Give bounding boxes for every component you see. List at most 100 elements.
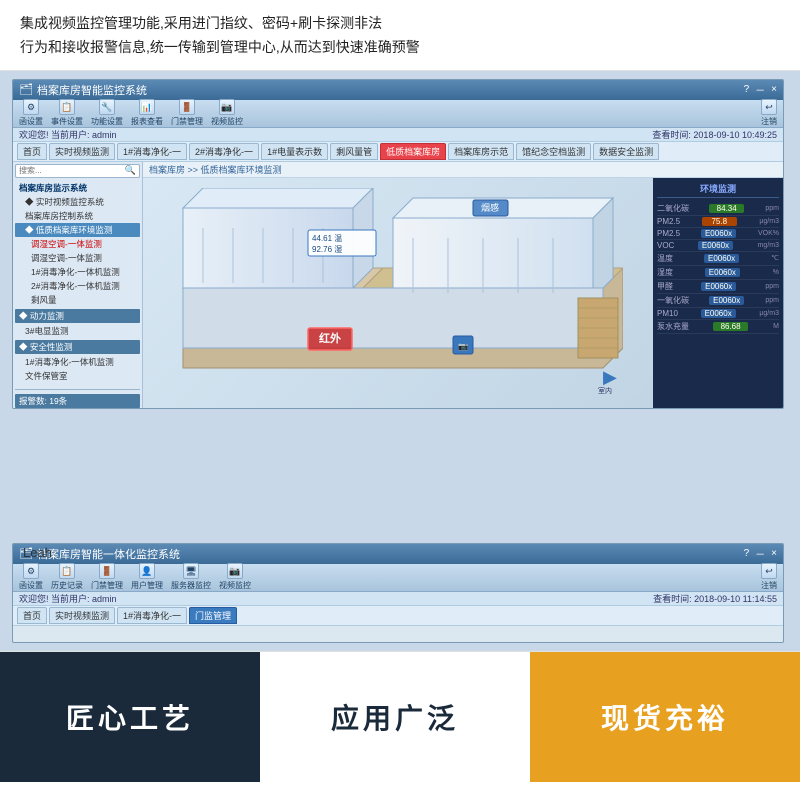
nav-bottom-purify[interactable]: 1#消毒净化-一	[117, 607, 187, 624]
toolbar-btn-video[interactable]: 📷 视频监控	[211, 99, 243, 127]
main-content: 档案库房 >> 低质档案库环境监测	[143, 162, 783, 409]
svg-text:红外: 红外	[319, 331, 341, 345]
svg-text:44.61 温: 44.61 温	[312, 234, 342, 243]
datetime-text-b: 查看时间: 2018-09-10 11:14:55	[653, 592, 777, 605]
sidebar-wind[interactable]: 剩风量	[15, 293, 140, 307]
sidebar-file-room[interactable]: 文件保管室	[15, 369, 140, 383]
toolbar-bottom-server[interactable]: 🖥 服务器监控	[171, 563, 211, 591]
main-body: 📷 44.61 温 92.76 湿 烟感 红外	[143, 178, 783, 409]
breadcrumb: 档案库房 >> 低质档案库环境监测	[143, 162, 783, 178]
sidebar-power-item[interactable]: 3#电显监测	[15, 324, 140, 338]
env-co: 一氧化碳 E0060x ppm	[657, 294, 779, 308]
intro-line2: 行为和接收报警信息,统一传输到管理中心,从而达到快速准确预警	[20, 36, 780, 60]
welcome-text: 欢迎您! 当前用户: admin	[19, 128, 117, 141]
nav-bottom-video[interactable]: 实时视频监测	[49, 607, 115, 624]
sidebar-purify1[interactable]: 1#消毒净化-一体机监测	[15, 265, 140, 279]
svg-text:92.76 湿: 92.76 湿	[312, 245, 342, 254]
nav-archive[interactable]: 低质档案库房	[380, 143, 446, 160]
toolbar-bottom-users[interactable]: 👤 用户管理	[131, 563, 163, 591]
titlebar-right: ? － ×	[744, 82, 777, 97]
minimize-button-b[interactable]: －	[755, 546, 765, 561]
bottom-right-panel: 现货充裕	[530, 652, 800, 782]
sidebar-archive-control[interactable]: 档案库房控制系统	[15, 209, 140, 223]
titlebar-bottom-right: ? － ×	[744, 546, 777, 561]
minimize-button[interactable]: －	[755, 82, 765, 97]
info-bar-bottom: 欢迎您! 当前用户: admin 查看时间: 2018-09-10 11:14:…	[13, 592, 783, 606]
help-button[interactable]: ?	[744, 84, 750, 95]
env-water: 泵水充量 86.68 M	[657, 320, 779, 334]
toolbar-bottom-logout[interactable]: ↩ 注销	[761, 563, 777, 591]
window-bottom: 🗂 档案库房智能一体化监控系统 ? － × ⚙ 函设置 📋 历史记录 🚪 门禁管…	[12, 543, 784, 643]
sidebar-humidifier2[interactable]: 调湿空调-一体监测	[15, 251, 140, 265]
svg-text:室内: 室内	[598, 386, 612, 395]
toolbar-btn-access[interactable]: 🚪 门禁管理	[171, 99, 203, 127]
toolbar-bottom-access[interactable]: 🚪 门禁管理	[91, 563, 123, 591]
titlebar-left: 🗂 档案库房智能监控系统	[19, 82, 147, 98]
nav-demo[interactable]: 档案库房示范	[448, 143, 514, 160]
bottom-middle-panel: 应用广泛	[260, 652, 530, 782]
floor-plan: 📷 44.61 温 92.76 湿 烟感 红外	[143, 178, 653, 409]
bottom-right-text: 现货充裕	[601, 697, 729, 737]
window-top-titlebar: 🗂 档案库房智能监控系统 ? － ×	[13, 80, 783, 100]
nav-home[interactable]: 首页	[17, 143, 47, 160]
intro-line1: 集成视频监控管理功能,采用进门指纹、密码+刷卡探测非法	[20, 12, 780, 36]
bottom-marketing: 匠心工艺 应用广泛 现货充裕	[0, 651, 800, 781]
toolbar-btn-logout[interactable]: ↩ 注销	[761, 99, 777, 127]
nav-purify1[interactable]: 1#消毒净化-一	[117, 143, 187, 160]
toolbar-btn-events[interactable]: 📋 事件设置	[51, 99, 83, 127]
sidebar-security-header: ◆ 安全性监测	[15, 340, 140, 354]
env-co2: 二氧化碳 84.34 ppm	[657, 202, 779, 216]
alarm-header: 报警数: 19条	[15, 394, 140, 408]
window-title: 档案库房智能监控系统	[37, 82, 147, 98]
env-formaldehyde: 甲醛 E0060x ppm	[657, 280, 779, 294]
toolbar-btn-config[interactable]: ⚙ 函设置	[19, 99, 43, 127]
env-pm25: PM2.5 75.8 μg/m3	[657, 216, 779, 228]
nav-bottom-home[interactable]: 首页	[17, 607, 47, 624]
svg-text:烟感: 烟感	[481, 202, 499, 213]
icon-toolbar: ⚙ 函设置 📋 事件设置 🔧 功能设置 📊 报表查看 🚪 门禁管理 📷 视	[13, 100, 783, 128]
nav-power[interactable]: 1#电量表示数	[261, 143, 328, 160]
nav-bottom-access[interactable]: 门监管理	[189, 607, 237, 624]
toolbar-btn-functions[interactable]: 🔧 功能设置	[91, 99, 123, 127]
toolbar-bottom-history[interactable]: 📋 历史记录	[51, 563, 83, 591]
sidebar-humidifier1[interactable]: 调湿空调-一体监测	[15, 237, 140, 251]
window-top: 🗂 档案库房智能监控系统 ? － × ⚙ 函设置 📋 事件设置 🔧 功能设置	[12, 79, 784, 409]
nav-tabs-bottom: 首页 实时视频监测 1#消毒净化-一 门监管理	[13, 606, 783, 626]
nav-wind[interactable]: 剩风量管	[330, 143, 378, 160]
window-icon: 🗂	[19, 83, 33, 96]
toolbar-btn-reports[interactable]: 📊 报表查看	[131, 99, 163, 127]
close-button[interactable]: ×	[771, 84, 777, 95]
sidebar-security-purify[interactable]: 1#消毒净化-一体机监测	[15, 355, 140, 369]
sidebar-power-header: ◆ 动力监测	[15, 309, 140, 323]
env-panel: 环境监测 二氧化碳 84.34 ppm PM2.5 75.8 μg/m3	[653, 178, 783, 409]
sidebar-header1: 档案库房监示系统	[15, 181, 140, 195]
window-bottom-titlebar: 🗂 档案库房智能一体化监控系统 ? － ×	[13, 544, 783, 564]
bottom-middle-text: 应用广泛	[331, 697, 459, 737]
search-icon: 🔍	[125, 165, 136, 176]
datetime-text: 查看时间: 2018-09-10 10:49:25	[652, 128, 777, 141]
sidebar-archive-env[interactable]: ◆ 低质档案库环境监测	[15, 223, 140, 237]
nav-purify2[interactable]: 2#消毒净化-一	[189, 143, 259, 160]
env-temp: 温度 E0060x ℃	[657, 252, 779, 266]
search-input[interactable]	[19, 166, 125, 175]
nav-video[interactable]: 实时视频监测	[49, 143, 115, 160]
toolbar-bottom-video[interactable]: 📷 视频监控	[219, 563, 251, 591]
intro-text-section: 集成视频监控管理功能,采用进门指纹、密码+刷卡探测非法 行为和接收报警信息,统一…	[0, 0, 800, 71]
floor-svg: 📷 44.61 温 92.76 湿 烟感 红外	[163, 188, 623, 398]
bottom-left-text: 匠心工艺	[66, 697, 194, 737]
bottom-left-panel: 匠心工艺	[0, 652, 260, 782]
nav-data-security[interactable]: 数据安全监测	[593, 143, 659, 160]
env-vok: PM2.5 E0060x VOK%	[657, 228, 779, 240]
env-voc: VOC E0060x mg/m3	[657, 240, 779, 252]
nav-tabs-top: 首页 实时视频监测 1#消毒净化-一 2#消毒净化-一 1#电量表示数 剩风量管…	[13, 142, 783, 162]
env-humidity: 湿度 E0060x %	[657, 266, 779, 280]
toolbar-bottom-config[interactable]: ⚙ 函设置	[19, 563, 43, 591]
sidebar-purify2[interactable]: 2#消毒净化-一体机监测	[15, 279, 140, 293]
nav-commemorate[interactable]: 馆纪念空档监测	[516, 143, 591, 160]
help-button-b[interactable]: ?	[744, 548, 750, 559]
close-button-b[interactable]: ×	[771, 548, 777, 559]
svg-text:📷: 📷	[458, 342, 468, 351]
svg-text:▶: ▶	[603, 367, 617, 387]
sidebar-video[interactable]: ◆ 实时视频监控系统	[15, 195, 140, 209]
sidebar-search[interactable]: 🔍	[15, 164, 140, 178]
